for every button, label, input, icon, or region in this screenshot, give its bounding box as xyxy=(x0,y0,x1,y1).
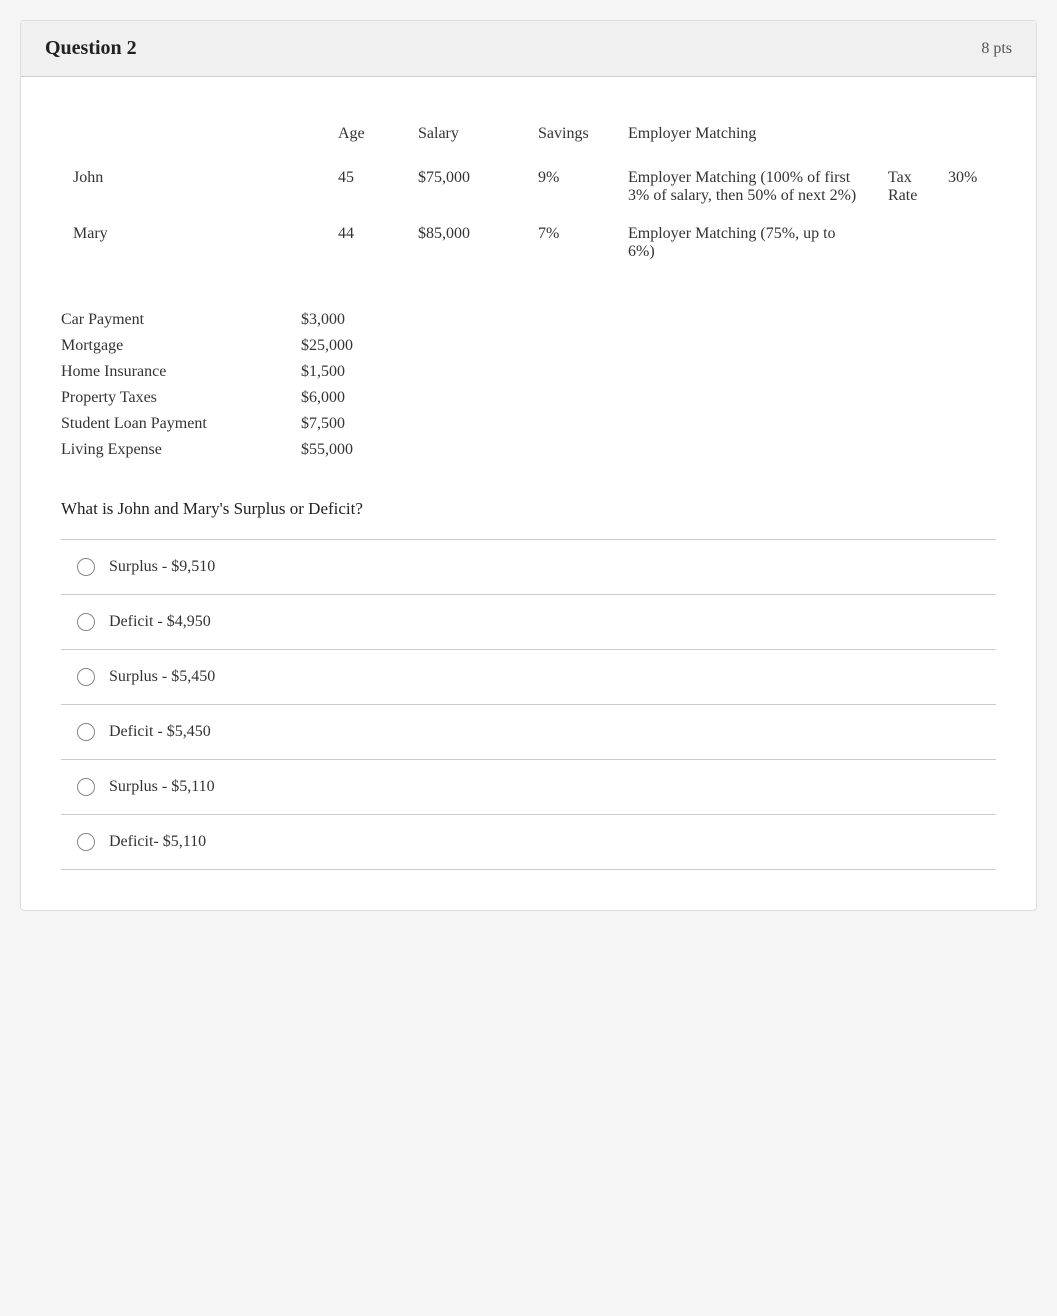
radio-button[interactable] xyxy=(77,778,95,796)
mary-tax-value xyxy=(936,215,996,271)
john-salary: $75,000 xyxy=(406,159,526,215)
expense-label: Student Loan Payment xyxy=(61,415,261,433)
question-header: Question 2 8 pts xyxy=(21,21,1036,77)
list-item: Car Payment $3,000 xyxy=(61,311,996,329)
expense-label: Mortgage xyxy=(61,337,261,355)
col-header-name xyxy=(61,117,326,159)
answer-item[interactable]: Surplus - $5,110 xyxy=(61,760,996,815)
col-header-age: Age xyxy=(326,117,406,159)
john-name: John xyxy=(61,159,326,215)
radio-button[interactable] xyxy=(77,723,95,741)
mary-salary: $85,000 xyxy=(406,215,526,271)
question-title: Question 2 xyxy=(45,37,137,60)
expense-value: $55,000 xyxy=(301,441,353,459)
radio-button[interactable] xyxy=(77,613,95,631)
answer-text: Surplus - $5,450 xyxy=(109,668,215,686)
expense-value: $7,500 xyxy=(301,415,345,433)
list-item: Living Expense $55,000 xyxy=(61,441,996,459)
mary-tax-label xyxy=(876,215,936,271)
mary-savings: 7% xyxy=(526,215,616,271)
answer-text: Deficit- $5,110 xyxy=(109,833,206,851)
answer-item[interactable]: Deficit - $5,450 xyxy=(61,705,996,760)
answer-text: Surplus - $5,110 xyxy=(109,778,215,796)
radio-button[interactable] xyxy=(77,558,95,576)
page-container: Question 2 8 pts Age Salary Savings Empl… xyxy=(20,20,1037,911)
expense-label: Living Expense xyxy=(61,441,261,459)
answer-item[interactable]: Surplus - $9,510 xyxy=(61,540,996,595)
radio-button[interactable] xyxy=(77,833,95,851)
list-item: Student Loan Payment $7,500 xyxy=(61,415,996,433)
answer-text: Deficit - $4,950 xyxy=(109,613,211,631)
list-item: Property Taxes $6,000 xyxy=(61,389,996,407)
question-content: Age Salary Savings Employer Matching Joh… xyxy=(21,77,1036,910)
expense-value: $1,500 xyxy=(301,363,345,381)
question-points: 8 pts xyxy=(981,40,1012,58)
question-text: What is John and Mary's Surplus or Defic… xyxy=(61,499,996,519)
radio-button[interactable] xyxy=(77,668,95,686)
john-savings: 9% xyxy=(526,159,616,215)
expense-label: Home Insurance xyxy=(61,363,261,381)
col-header-savings: Savings xyxy=(526,117,616,159)
col-header-taxlabel xyxy=(876,117,936,159)
answer-text: Surplus - $9,510 xyxy=(109,558,215,576)
answer-item[interactable]: Deficit - $4,950 xyxy=(61,595,996,650)
answer-list: Surplus - $9,510 Deficit - $4,950 Surplu… xyxy=(61,539,996,870)
expense-value: $25,000 xyxy=(301,337,353,355)
expense-label: Property Taxes xyxy=(61,389,261,407)
expense-label: Car Payment xyxy=(61,311,261,329)
tax-rate-value: 30% xyxy=(936,159,996,215)
table-row: Mary 44 $85,000 7% Employer Matching (75… xyxy=(61,215,996,271)
col-header-matching: Employer Matching xyxy=(616,117,876,159)
list-item: Mortgage $25,000 xyxy=(61,337,996,355)
expense-value: $3,000 xyxy=(301,311,345,329)
data-table: Age Salary Savings Employer Matching Joh… xyxy=(61,117,996,271)
expense-value: $6,000 xyxy=(301,389,345,407)
answer-text: Deficit - $5,450 xyxy=(109,723,211,741)
col-header-salary: Salary xyxy=(406,117,526,159)
table-row: John 45 $75,000 9% Employer Matching (10… xyxy=(61,159,996,215)
list-item: Home Insurance $1,500 xyxy=(61,363,996,381)
mary-matching: Employer Matching (75%, up to 6%) xyxy=(616,215,876,271)
john-age: 45 xyxy=(326,159,406,215)
col-header-taxvalue xyxy=(936,117,996,159)
expenses-section: Car Payment $3,000 Mortgage $25,000 Home… xyxy=(61,311,996,459)
mary-age: 44 xyxy=(326,215,406,271)
answer-item[interactable]: Surplus - $5,450 xyxy=(61,650,996,705)
tax-rate-label: Tax Rate xyxy=(876,159,936,215)
answer-item[interactable]: Deficit- $5,110 xyxy=(61,815,996,870)
mary-name: Mary xyxy=(61,215,326,271)
john-matching: Employer Matching (100% of first 3% of s… xyxy=(616,159,876,215)
